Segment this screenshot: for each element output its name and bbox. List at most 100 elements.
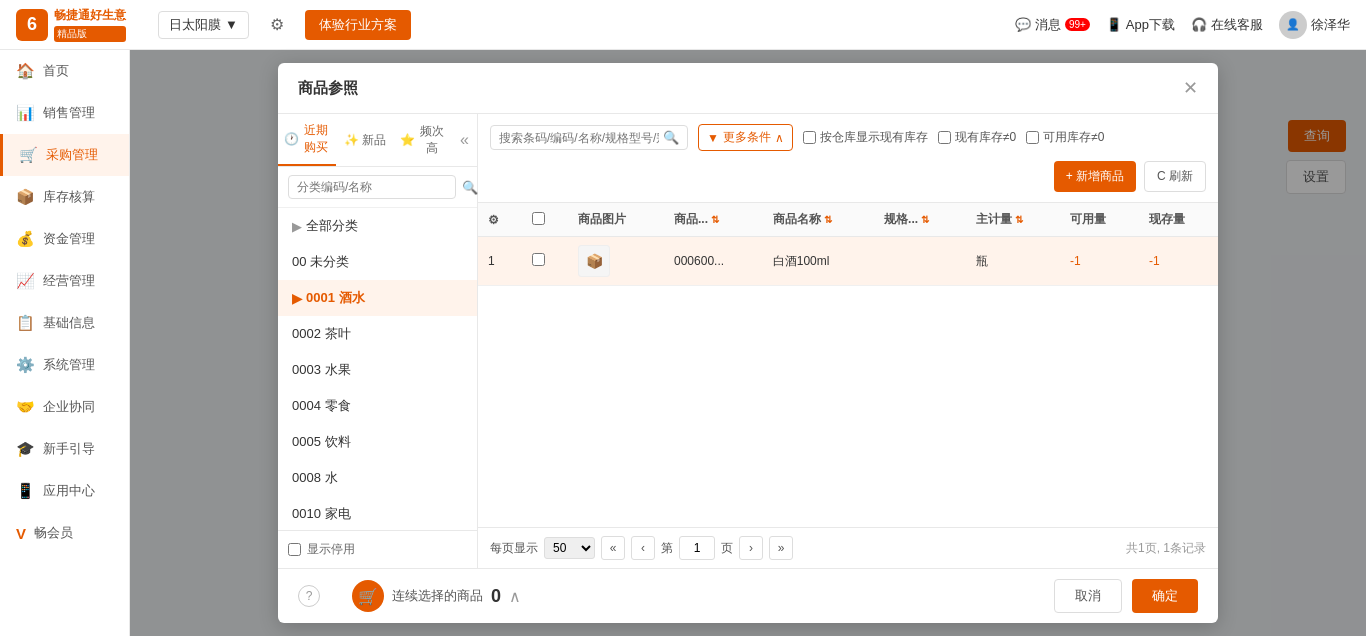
warehouse-filter[interactable]: 按仓库显示现有库存 [803, 129, 928, 146]
th-spec: 规格... ⇅ [874, 203, 966, 237]
support-nav[interactable]: 🎧 在线客服 [1191, 16, 1263, 34]
sidebar-item-finance[interactable]: 💰 资金管理 [0, 218, 129, 260]
modal-footer: ? 🛒 连续选择的商品 0 ∧ 取消 确定 [278, 568, 1218, 623]
cat-label-fruit: 0003 水果 [292, 361, 351, 379]
tab-recent-label: 近期购买 [302, 122, 330, 156]
system-icon: ⚙️ [16, 356, 35, 374]
sidebar-item-system[interactable]: ⚙️ 系统管理 [0, 344, 129, 386]
table-row[interactable]: 1 📦 000600... 白酒100ml 瓶 [478, 237, 1218, 286]
cat-item-fruit[interactable]: 0003 水果 [278, 352, 477, 388]
cat-label-alcohol: 0001 酒水 [306, 289, 365, 307]
category-list: ▶ 全部分类 00 未分类 ▶ 0001 酒水 0002 茶 [278, 208, 477, 530]
gear-button[interactable]: ⚙ [261, 9, 293, 41]
cell-available: -1 [1060, 237, 1139, 286]
refresh-button[interactable]: C 刷新 [1144, 161, 1206, 192]
modal-close-button[interactable]: ✕ [1183, 77, 1198, 99]
sidebar-item-business[interactable]: 📈 经营管理 [0, 260, 129, 302]
sidebar-item-inventory[interactable]: 📦 库存核算 [0, 176, 129, 218]
page-number-input[interactable] [679, 536, 715, 560]
messages-nav[interactable]: 💬 消息 99+ [1015, 16, 1090, 34]
sort-name-icon[interactable]: ⇅ [824, 214, 832, 225]
help-icon[interactable]: ? [298, 585, 320, 607]
sidebar-item-apps[interactable]: 📱 应用中心 [0, 470, 129, 512]
cart-collapse-icon[interactable]: ∧ [509, 587, 521, 606]
cat-label-snack: 0004 零食 [292, 397, 351, 415]
sort-unit-icon[interactable]: ⇅ [1015, 214, 1023, 225]
sort-spec-icon[interactable]: ⇅ [921, 214, 929, 225]
select-all-checkbox[interactable] [532, 212, 545, 225]
category-search-icon[interactable]: 🔍 [462, 180, 478, 195]
cat-arrow-alcohol: ▶ [292, 291, 302, 306]
filter-label: 更多条件 [723, 129, 771, 146]
tab-new[interactable]: ✨ 新品 [336, 114, 394, 166]
show-disabled-checkbox[interactable] [288, 543, 301, 556]
sidebar-label-purchase: 采购管理 [46, 146, 98, 164]
search-icon[interactable]: 🔍 [663, 130, 679, 145]
category-search-input[interactable] [288, 175, 456, 199]
apps-icon: 📱 [16, 482, 35, 500]
inventory-icon: 📦 [16, 188, 35, 206]
usable-checkbox[interactable] [1026, 131, 1039, 144]
cat-item-alcohol[interactable]: ▶ 0001 酒水 [278, 280, 477, 316]
trial-button[interactable]: 体验行业方案 [305, 10, 411, 40]
sidebar-item-home[interactable]: 🏠 首页 [0, 50, 129, 92]
cancel-button[interactable]: 取消 [1054, 579, 1122, 613]
cat-collapse-button[interactable]: « [452, 127, 477, 153]
member-icon: V [16, 525, 26, 542]
home-icon: 🏠 [16, 62, 35, 80]
cart-icon[interactable]: 🛒 [352, 580, 384, 612]
modal-body: 🕐 近期购买 ✨ 新品 ⭐ 频次高 « [278, 114, 1218, 568]
more-filter-button[interactable]: ▼ 更多条件 ∧ [698, 124, 793, 151]
row-checkbox[interactable] [532, 253, 545, 266]
sidebar-item-sales[interactable]: 📊 销售管理 [0, 92, 129, 134]
cat-item-tea[interactable]: 0002 茶叶 [278, 316, 477, 352]
page-size-select[interactable]: 50 10 20 100 [544, 537, 595, 559]
cat-item-appliance[interactable]: 0010 家电 [278, 496, 477, 530]
cat-item-drink[interactable]: 0005 饮料 [278, 424, 477, 460]
prev-page-button[interactable]: ‹ [631, 536, 655, 560]
available-checkbox[interactable] [938, 131, 951, 144]
warehouse-checkbox[interactable] [803, 131, 816, 144]
cat-item-all[interactable]: ▶ 全部分类 [278, 208, 477, 244]
sidebar-item-purchase[interactable]: 🛒 采购管理 [0, 134, 129, 176]
add-product-button[interactable]: + 新增商品 [1054, 161, 1136, 192]
nav-selector[interactable]: 日太阳膜 ▼ [158, 11, 249, 39]
app-download-nav[interactable]: 📱 App下载 [1106, 16, 1175, 34]
right-panel: 🔍 ▼ 更多条件 ∧ 按仓库显示现有库存 [478, 114, 1218, 568]
th-spec-label: 规格... [884, 211, 918, 228]
avatar: 👤 [1279, 11, 1307, 39]
confirm-button[interactable]: 确定 [1132, 579, 1198, 613]
guide-icon: 🎓 [16, 440, 35, 458]
last-page-button[interactable]: » [769, 536, 793, 560]
sidebar-item-basic[interactable]: 📋 基础信息 [0, 302, 129, 344]
sidebar-item-collab[interactable]: 🤝 企业协同 [0, 386, 129, 428]
next-page-button[interactable]: › [739, 536, 763, 560]
cart-text: 连续选择的商品 [392, 587, 483, 605]
cat-label-drink: 0005 饮料 [292, 433, 351, 451]
cell-stock: -1 [1139, 237, 1218, 286]
cell-num: 1 [478, 237, 522, 286]
cat-item-water[interactable]: 0008 水 [278, 460, 477, 496]
tab-frequent[interactable]: ⭐ 频次高 [394, 114, 452, 166]
warehouse-label: 按仓库显示现有库存 [820, 129, 928, 146]
settings-icon[interactable]: ⚙ [488, 213, 499, 227]
cat-item-snack[interactable]: 0004 零食 [278, 388, 477, 424]
user-nav[interactable]: 👤 徐泽华 [1279, 11, 1350, 39]
usable-filter[interactable]: 可用库存≠0 [1026, 129, 1104, 146]
sidebar-item-guide[interactable]: 🎓 新手引导 [0, 428, 129, 470]
modal-overlay: 商品参照 ✕ 🕐 近期购买 ✨ 新 [130, 50, 1366, 636]
product-search-input[interactable] [499, 131, 659, 145]
sidebar-label-guide: 新手引导 [43, 440, 95, 458]
sidebar-item-member[interactable]: V 畅会员 [0, 512, 129, 554]
logo-icon: 6 [16, 9, 48, 41]
tab-recent[interactable]: 🕐 近期购买 [278, 114, 336, 166]
available-filter[interactable]: 现有库存≠0 [938, 129, 1016, 146]
cat-item-uncategorized[interactable]: 00 未分类 [278, 244, 477, 280]
first-page-button[interactable]: « [601, 536, 625, 560]
sort-code-icon[interactable]: ⇅ [711, 214, 719, 225]
product-image: 📦 [578, 245, 610, 277]
sidebar: 🏠 首页 📊 销售管理 🛒 采购管理 📦 库存核算 💰 资金管理 📈 经营管理 … [0, 50, 130, 636]
page-total-label: 共1页, 1条记录 [1126, 540, 1206, 557]
cell-code: 000600... [664, 237, 763, 286]
message-icon: 💬 [1015, 17, 1031, 32]
